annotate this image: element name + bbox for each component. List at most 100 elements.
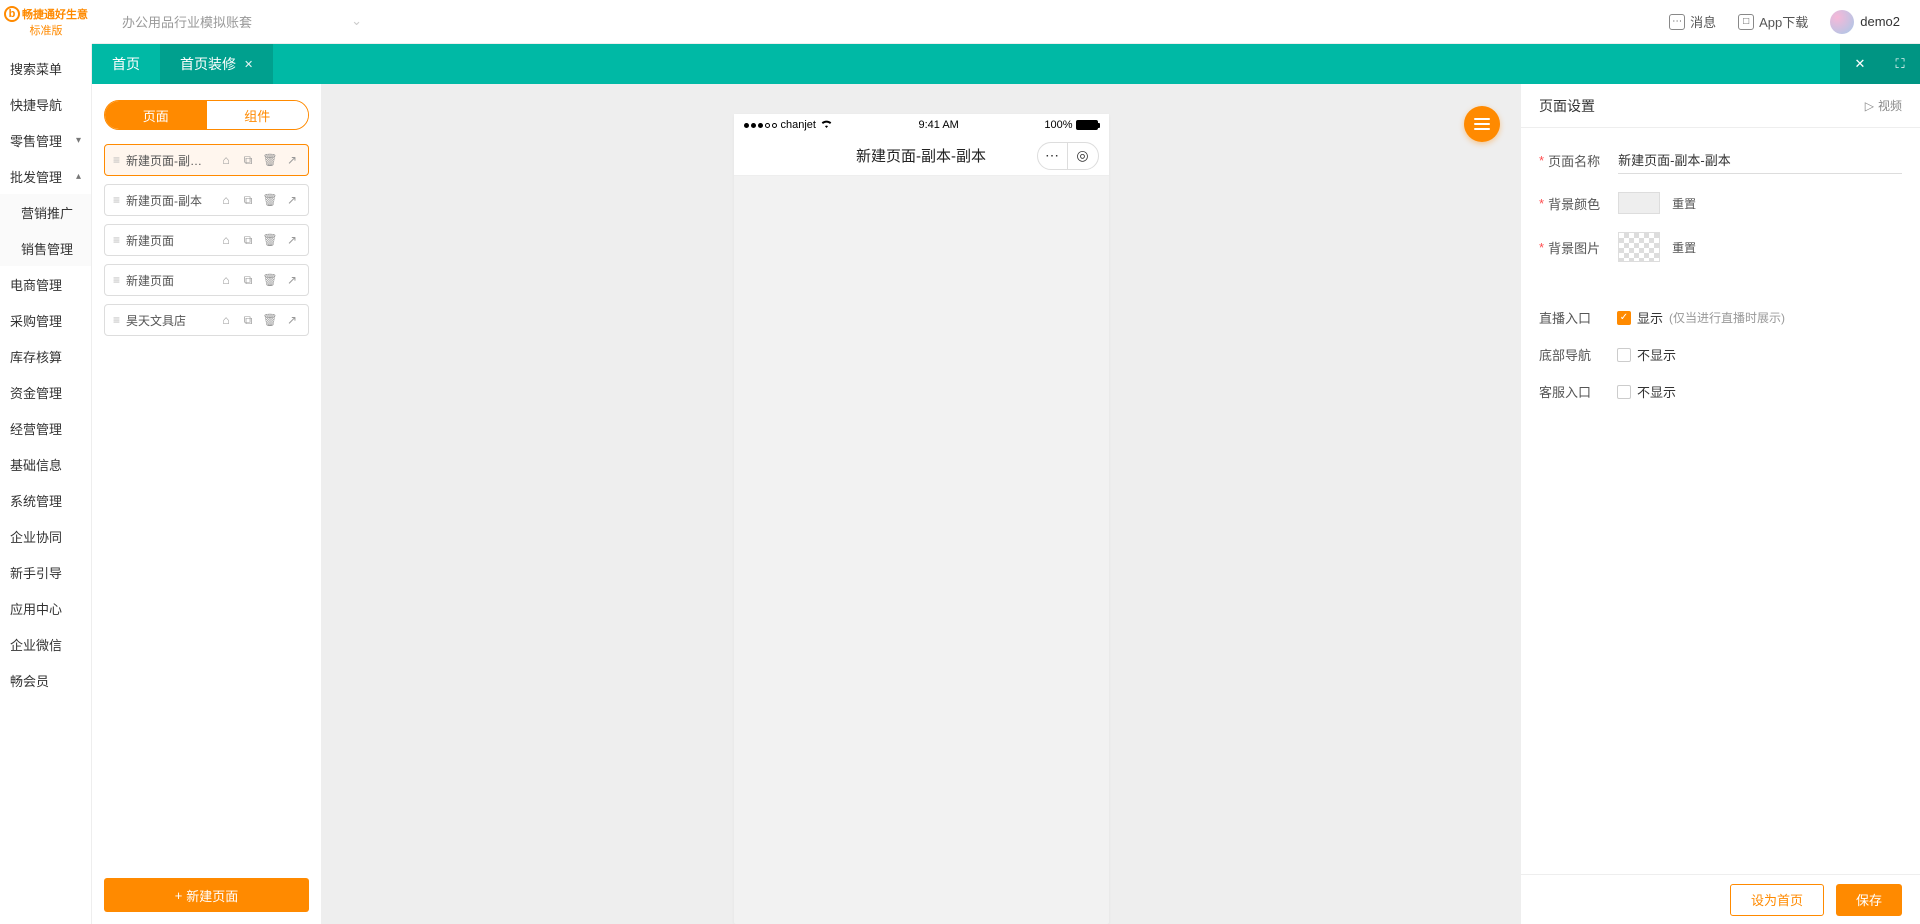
phone-status-bar: chanjet 9:41 AM 100% [734, 114, 1109, 136]
segment-component[interactable]: 组件 [207, 101, 309, 129]
field-live-entry: 直播入口 ✓ 显示 (仅当进行直播时展示) [1539, 308, 1902, 327]
drag-icon[interactable]: ≡ [113, 233, 120, 247]
bg-color-swatch[interactable] [1618, 192, 1660, 214]
phone-preview: chanjet 9:41 AM 100% [734, 114, 1109, 924]
drag-icon[interactable]: ≡ [113, 273, 120, 287]
plus-icon: + [175, 888, 183, 903]
sidebar-item[interactable]: 库存核算 [0, 338, 91, 374]
sidebar-item[interactable]: 经营管理 [0, 410, 91, 446]
bg-image-reset[interactable]: 重置 [1672, 239, 1696, 256]
set-home-button[interactable]: 设为首页 [1730, 884, 1824, 916]
page-item-name: 新建页面 [126, 272, 212, 289]
page-list-panel: 页面 组件 ≡新建页面-副本-...⌂⧉🗑↗≡新建页面-副本⌂⧉🗑↗≡新建页面⌂… [92, 84, 322, 924]
account-select[interactable]: 办公用品行业模拟账套 ⌄ [112, 6, 372, 38]
home-icon[interactable]: ⌂ [218, 153, 234, 167]
chevron-down-icon: ⌄ [351, 13, 362, 29]
drag-icon[interactable]: ≡ [113, 153, 120, 167]
phone-title: 新建页面-副本-副本 [856, 145, 986, 166]
account-select-value: 办公用品行业模拟账套 [122, 12, 252, 31]
close-icon[interactable]: ✕ [244, 58, 253, 71]
user-menu[interactable]: demo2 [1830, 10, 1900, 34]
live-show-checkbox[interactable]: ✓ [1617, 311, 1631, 325]
sidebar-item[interactable]: 基础信息 [0, 446, 91, 482]
sidebar-item[interactable]: 快捷导航 [0, 86, 91, 122]
phone-body[interactable] [734, 176, 1109, 796]
external-icon[interactable]: ↗ [284, 193, 300, 207]
page-list-item[interactable]: ≡新建页面⌂⧉🗑↗ [104, 224, 309, 256]
tab-decoration-label: 首页装修 [180, 54, 236, 74]
segment-page[interactable]: 页面 [105, 101, 207, 129]
sidebar-item[interactable]: 零售管理▾ [0, 122, 91, 158]
caret-up-icon: ▴ [76, 171, 81, 182]
sidebar-item[interactable]: 新手引导 [0, 554, 91, 590]
sidebar-item[interactable]: 搜索菜单 [0, 50, 91, 86]
battery-icon [1076, 120, 1098, 130]
home-icon[interactable]: ⌂ [218, 193, 234, 207]
live-hint: (仅当进行直播时展示) [1669, 309, 1785, 326]
sidebar[interactable]: 搜索菜单快捷导航零售管理▾批发管理▴营销推广销售管理电商管理采购管理库存核算资金… [0, 44, 92, 924]
app-header: b 畅捷通好生意 标准版 办公用品行业模拟账套 ⌄ ⋯ 消息 □ App下载 d… [0, 0, 1920, 44]
external-icon[interactable]: ↗ [284, 313, 300, 327]
external-icon[interactable]: ↗ [284, 273, 300, 287]
copy-icon[interactable]: ⧉ [240, 273, 256, 288]
carrier-label: chanjet [781, 119, 816, 131]
tab-close-all-button[interactable]: ✕ [1840, 44, 1880, 84]
sidebar-item[interactable]: 畅会员 [0, 662, 91, 698]
delete-icon[interactable]: 🗑 [262, 313, 278, 327]
tab-page-decoration[interactable]: 首页装修 ✕ [160, 44, 273, 84]
field-bg-color: * 背景颜色 重置 [1539, 192, 1902, 214]
delete-icon[interactable]: 🗑 [262, 193, 278, 207]
bg-color-reset[interactable]: 重置 [1672, 195, 1696, 212]
service-entry-checkbox[interactable] [1617, 385, 1631, 399]
app-download-button[interactable]: □ App下载 [1738, 12, 1808, 31]
sidebar-item[interactable]: 企业协同 [0, 518, 91, 554]
bottom-nav-checkbox[interactable] [1617, 348, 1631, 362]
more-icon[interactable]: ⋯ [1038, 143, 1068, 169]
bg-image-picker[interactable] [1618, 232, 1660, 262]
home-icon[interactable]: ⌂ [218, 273, 234, 287]
page-list-item[interactable]: ≡新建页面-副本⌂⧉🗑↗ [104, 184, 309, 216]
page-list-item[interactable]: ≡新建页面-副本-...⌂⧉🗑↗ [104, 144, 309, 176]
sidebar-item[interactable]: 企业微信 [0, 626, 91, 662]
save-button[interactable]: 保存 [1836, 884, 1902, 916]
sidebar-item[interactable]: 采购管理 [0, 302, 91, 338]
home-icon[interactable]: ⌂ [218, 233, 234, 247]
external-icon[interactable]: ↗ [284, 233, 300, 247]
sidebar-item[interactable]: 资金管理 [0, 374, 91, 410]
video-help-button[interactable]: ▷ 视频 [1865, 97, 1902, 114]
tab-fullscreen-button[interactable]: ⛶ [1880, 44, 1920, 84]
canvas[interactable]: chanjet 9:41 AM 100% [322, 84, 1520, 924]
sidebar-item[interactable]: 电商管理 [0, 266, 91, 302]
copy-icon[interactable]: ⧉ [240, 233, 256, 248]
logo[interactable]: b 畅捷通好生意 标准版 [0, 0, 92, 44]
tab-bar: 首页 首页装修 ✕ ✕ ⛶ [92, 44, 1920, 84]
sidebar-item[interactable]: 批发管理▴ [0, 158, 91, 194]
drag-icon[interactable]: ≡ [113, 193, 120, 207]
float-menu-button[interactable] [1464, 106, 1500, 142]
sidebar-item[interactable]: 系统管理 [0, 482, 91, 518]
sidebar-item[interactable]: 应用中心 [0, 590, 91, 626]
close-icon: ✕ [1855, 56, 1866, 72]
new-page-button[interactable]: + 新建页面 [104, 878, 309, 912]
copy-icon[interactable]: ⧉ [240, 313, 256, 328]
home-icon[interactable]: ⌂ [218, 313, 234, 327]
messages-button[interactable]: ⋯ 消息 [1669, 12, 1716, 31]
page-list: ≡新建页面-副本-...⌂⧉🗑↗≡新建页面-副本⌂⧉🗑↗≡新建页面⌂⧉🗑↗≡新建… [104, 144, 309, 336]
copy-icon[interactable]: ⧉ [240, 193, 256, 208]
tab-home[interactable]: 首页 [92, 44, 160, 84]
sidebar-subitem[interactable]: 营销推广 [0, 194, 91, 230]
sidebar-subitem[interactable]: 销售管理 [0, 230, 91, 266]
external-icon[interactable]: ↗ [284, 153, 300, 167]
page-name-input[interactable] [1618, 146, 1902, 174]
page-list-item[interactable]: ≡昊天文具店⌂⧉🗑↗ [104, 304, 309, 336]
service-entry-noshow: 不显示 [1637, 382, 1676, 401]
drag-icon[interactable]: ≡ [113, 313, 120, 327]
page-list-item[interactable]: ≡ 新建页面 ⌂ ⧉ 🗑 ↗ [104, 264, 309, 296]
new-page-label: 新建页面 [186, 886, 238, 905]
delete-icon[interactable]: 🗑 [262, 233, 278, 247]
field-bottom-nav: 底部导航 不显示 [1539, 345, 1902, 364]
target-icon[interactable]: ◎ [1068, 143, 1098, 169]
copy-icon[interactable]: ⧉ [240, 153, 256, 168]
delete-icon[interactable]: 🗑 [262, 153, 278, 167]
delete-icon[interactable]: 🗑 [262, 273, 278, 287]
